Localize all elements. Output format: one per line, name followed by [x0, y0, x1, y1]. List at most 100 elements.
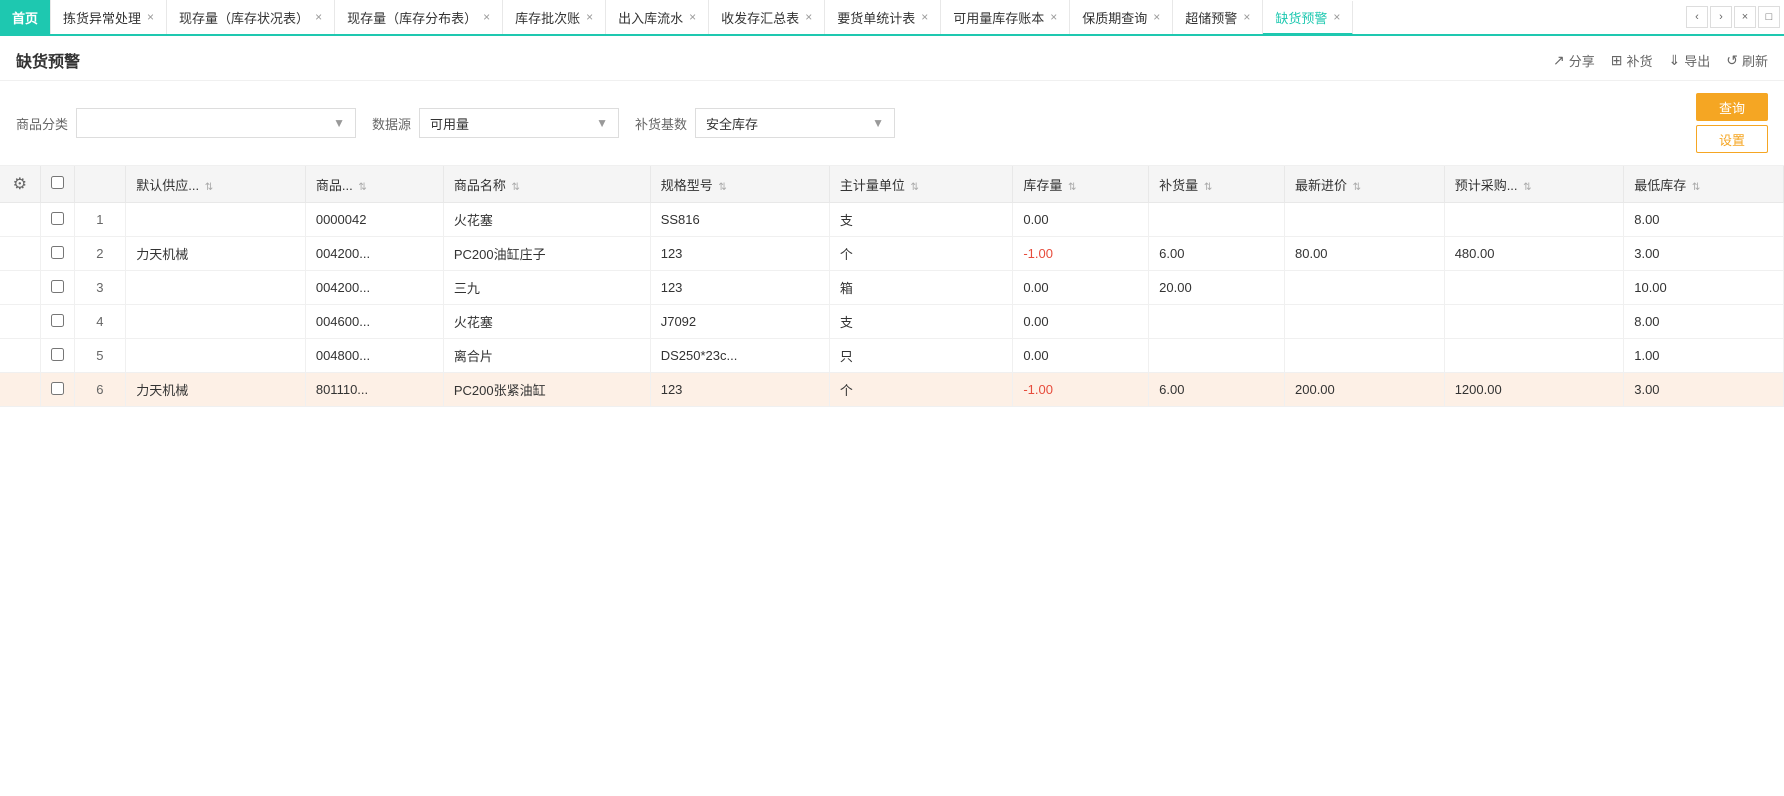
tab-close-demand[interactable]: ×	[921, 10, 928, 24]
row-checkbox-cell[interactable]	[40, 237, 74, 271]
th-stock[interactable]: 库存量 ⇅	[1013, 166, 1149, 203]
row-replenish: 6.00	[1149, 237, 1285, 271]
row-checkbox-cell[interactable]	[40, 339, 74, 373]
filter-replenish-base-select[interactable]: 安全库存 ▼	[695, 108, 895, 138]
row-settings-cell	[0, 305, 40, 339]
settings-gear-icon[interactable]: ⚙	[13, 176, 27, 193]
tab-batch[interactable]: 库存批次账 ×	[503, 0, 606, 34]
row-checkbox-cell[interactable]	[40, 271, 74, 305]
tab-inventory-dist[interactable]: 现存量（库存分布表） ×	[335, 0, 503, 34]
table-row: 2 力天机械 004200... PC200油缸庄子 123 个 -1.00 6…	[0, 237, 1784, 271]
tab-scroll-left[interactable]: ‹	[1686, 6, 1708, 28]
row-supplier: 力天机械	[126, 237, 306, 271]
tab-inventory-status[interactable]: 现存量（库存状况表） ×	[167, 0, 335, 34]
th-min-stock[interactable]: 最低库存 ⇅	[1624, 166, 1784, 203]
row-supplier: 力天机械	[126, 373, 306, 407]
row-stock: 0.00	[1013, 203, 1149, 237]
table-header-row: ⚙ 默认供应... ⇅ 商品... ⇅ 商品名称	[0, 166, 1784, 203]
header-actions: ↗ 分享 ⊞ 补货 ⇓ 导出 ↺ 刷新	[1553, 51, 1768, 70]
row-checkbox-cell[interactable]	[40, 305, 74, 339]
row-est-purchase	[1444, 203, 1624, 237]
th-settings[interactable]: ⚙	[0, 166, 40, 203]
chevron-down-icon: ▼	[333, 116, 345, 130]
replenish-button[interactable]: ⊞ 补货	[1611, 51, 1653, 70]
tab-close-all[interactable]: ×	[1734, 6, 1756, 28]
row-checkbox[interactable]	[51, 246, 64, 259]
row-latest-price: 200.00	[1285, 373, 1445, 407]
tab-expand[interactable]: □	[1758, 6, 1780, 28]
tab-inout-flow[interactable]: 出入库流水 ×	[606, 0, 709, 34]
sort-icon-min-stock: ⇅	[1692, 182, 1700, 193]
row-checkbox[interactable]	[51, 382, 64, 395]
main-content: 缺货预警 ↗ 分享 ⊞ 补货 ⇓ 导出 ↺ 刷新 商品分类	[0, 36, 1784, 796]
tab-close-batch[interactable]: ×	[586, 10, 593, 24]
th-checkbox[interactable]	[40, 166, 74, 203]
row-seq: 4	[74, 305, 126, 339]
row-checkbox[interactable]	[51, 348, 64, 361]
row-goods-name: PC200张紧油缸	[443, 373, 650, 407]
tab-close-expiry[interactable]: ×	[1153, 10, 1160, 24]
row-settings-cell	[0, 237, 40, 271]
th-goods-code[interactable]: 商品... ⇅	[305, 166, 443, 203]
row-goods-code: 004200...	[305, 237, 443, 271]
tab-close-inventory-status[interactable]: ×	[315, 10, 322, 24]
tab-scroll-right[interactable]: ›	[1710, 6, 1732, 28]
row-checkbox[interactable]	[51, 314, 64, 327]
filter-datasource-select[interactable]: 可用量 ▼	[419, 108, 619, 138]
row-checkbox-cell[interactable]	[40, 373, 74, 407]
row-stock: -1.00	[1013, 373, 1149, 407]
row-supplier	[126, 339, 306, 373]
th-spec[interactable]: 规格型号 ⇅	[650, 166, 829, 203]
sort-icon-goods-code: ⇅	[358, 182, 366, 193]
row-checkbox[interactable]	[51, 280, 64, 293]
refresh-button[interactable]: ↺ 刷新	[1726, 51, 1768, 70]
tab-close-abnormal[interactable]: ×	[147, 10, 154, 24]
tab-abnormal[interactable]: 拣货异常处理 ×	[51, 0, 167, 34]
table-row: 5 004800... 离合片 DS250*23c... 只 0.00 1.00	[0, 339, 1784, 373]
tab-close-inventory-dist[interactable]: ×	[483, 10, 490, 24]
th-supplier[interactable]: 默认供应... ⇅	[126, 166, 306, 203]
row-replenish: 6.00	[1149, 373, 1285, 407]
share-button[interactable]: ↗ 分享	[1553, 51, 1595, 70]
row-checkbox[interactable]	[51, 212, 64, 225]
table-row: 3 004200... 三九 123 箱 0.00 20.00 10.00	[0, 271, 1784, 305]
row-settings-cell	[0, 339, 40, 373]
row-checkbox-cell[interactable]	[40, 203, 74, 237]
tab-home[interactable]: 首页	[0, 0, 51, 34]
row-seq: 6	[74, 373, 126, 407]
sort-icon-est-purchase: ⇅	[1523, 182, 1531, 193]
tab-close-shortage[interactable]: ×	[1333, 10, 1340, 24]
tab-shortage[interactable]: 缺货预警 ×	[1263, 1, 1353, 35]
share-icon: ↗	[1553, 52, 1565, 69]
settings-button[interactable]: 设置	[1696, 125, 1768, 153]
table-row: 6 力天机械 801110... PC200张紧油缸 123 个 -1.00 6…	[0, 373, 1784, 407]
th-latest-price[interactable]: 最新进价 ⇅	[1285, 166, 1445, 203]
tab-expiry[interactable]: 保质期查询 ×	[1070, 0, 1173, 34]
tab-collect[interactable]: 收发存汇总表 ×	[709, 0, 825, 34]
tab-close-available[interactable]: ×	[1050, 10, 1057, 24]
select-all-checkbox[interactable]	[51, 176, 64, 189]
row-stock: 0.00	[1013, 305, 1149, 339]
tab-close-collect[interactable]: ×	[805, 10, 812, 24]
th-unit[interactable]: 主计量单位 ⇅	[829, 166, 1013, 203]
th-est-purchase[interactable]: 预计采购... ⇅	[1444, 166, 1624, 203]
row-spec: SS816	[650, 203, 829, 237]
row-settings-cell	[0, 271, 40, 305]
filter-replenish-base-value: 安全库存	[706, 114, 758, 133]
tab-demand[interactable]: 要货单统计表 ×	[825, 0, 941, 34]
th-goods-name[interactable]: 商品名称 ⇅	[443, 166, 650, 203]
tab-available[interactable]: 可用量库存账本 ×	[941, 0, 1070, 34]
row-goods-name: 三九	[443, 271, 650, 305]
tab-close-inout-flow[interactable]: ×	[689, 10, 696, 24]
filter-datasource-value: 可用量	[430, 114, 469, 133]
row-unit: 支	[829, 203, 1013, 237]
export-button[interactable]: ⇓ 导出	[1669, 51, 1711, 70]
chevron-down-icon-3: ▼	[872, 116, 884, 130]
row-unit: 个	[829, 237, 1013, 271]
tab-close-overstock[interactable]: ×	[1243, 10, 1250, 24]
tab-overstock[interactable]: 超储预警 ×	[1173, 0, 1263, 34]
filter-category-select[interactable]: ▼	[76, 108, 356, 138]
query-button[interactable]: 查询	[1696, 93, 1768, 121]
th-replenish[interactable]: 补货量 ⇅	[1149, 166, 1285, 203]
row-replenish	[1149, 305, 1285, 339]
